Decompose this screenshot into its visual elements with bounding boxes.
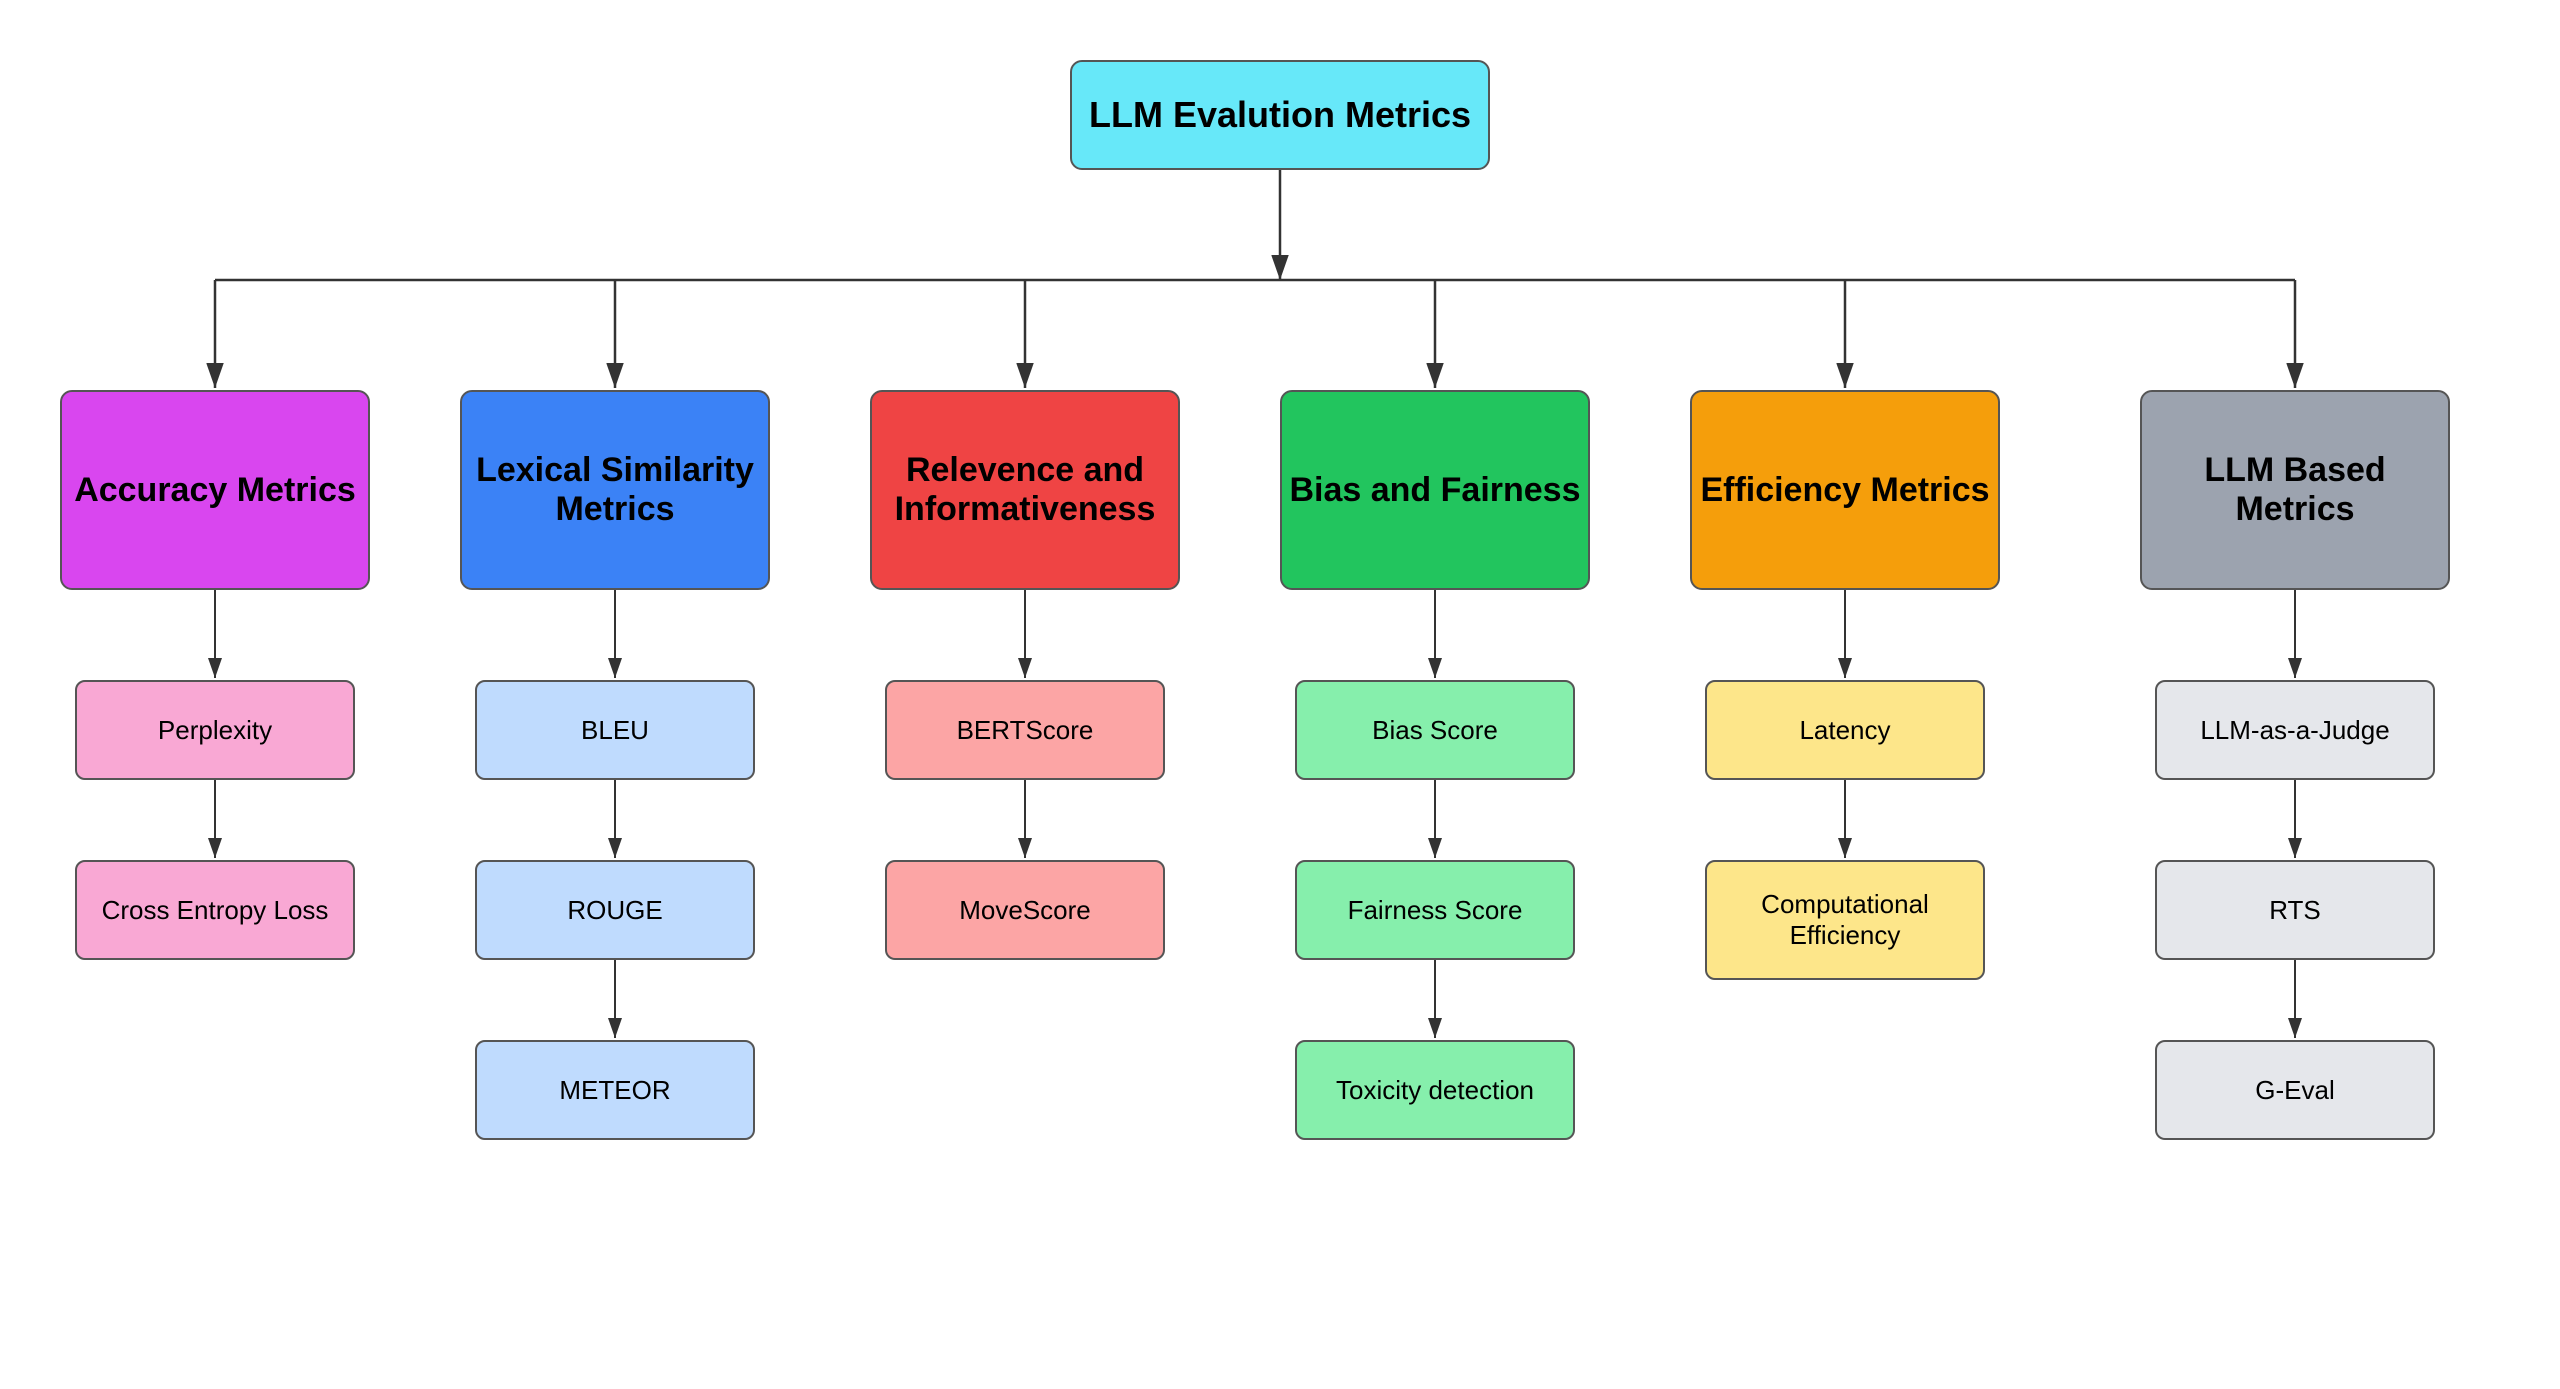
child-rouge: ROUGE (475, 860, 755, 960)
cat-relevence: Relevence and Informativeness (870, 390, 1180, 590)
cat-relevence-label: Relevence and Informativeness (872, 451, 1178, 529)
cat-bias-label: Bias and Fairness (1289, 471, 1580, 510)
cat-accuracy: Accuracy Metrics (60, 390, 370, 590)
child-bertscore: BERTScore (885, 680, 1165, 780)
cat-bias: Bias and Fairness (1280, 390, 1590, 590)
child-movescore: MoveScore (885, 860, 1165, 960)
child-geval: G-Eval (2155, 1040, 2435, 1140)
child-bleu: BLEU (475, 680, 755, 780)
child-perplexity: Perplexity (75, 680, 355, 780)
cat-efficiency-label: Efficiency Metrics (1700, 471, 1989, 510)
root-node: LLM Evalution Metrics (1070, 60, 1490, 170)
diagram-container: LLM Evalution Metrics Accuracy Metrics L… (0, 0, 2560, 1389)
child-llmjudge: LLM-as-a-Judge (2155, 680, 2435, 780)
cat-lexical-label: Lexical Similarity Metrics (462, 451, 768, 529)
child-rts: RTS (2155, 860, 2435, 960)
cat-efficiency: Efficiency Metrics (1690, 390, 2000, 590)
cat-lexical: Lexical Similarity Metrics (460, 390, 770, 590)
child-meteor: METEOR (475, 1040, 755, 1140)
root-label: LLM Evalution Metrics (1089, 94, 1471, 136)
child-biasscore: Bias Score (1295, 680, 1575, 780)
cat-llm-label: LLM Based Metrics (2142, 451, 2448, 529)
child-latency: Latency (1705, 680, 1985, 780)
child-computational: Computational Efficiency (1705, 860, 1985, 980)
cat-accuracy-label: Accuracy Metrics (74, 471, 356, 510)
child-fairnessscore: Fairness Score (1295, 860, 1575, 960)
child-toxicity: Toxicity detection (1295, 1040, 1575, 1140)
cat-llm: LLM Based Metrics (2140, 390, 2450, 590)
child-crossentropy: Cross Entropy Loss (75, 860, 355, 960)
